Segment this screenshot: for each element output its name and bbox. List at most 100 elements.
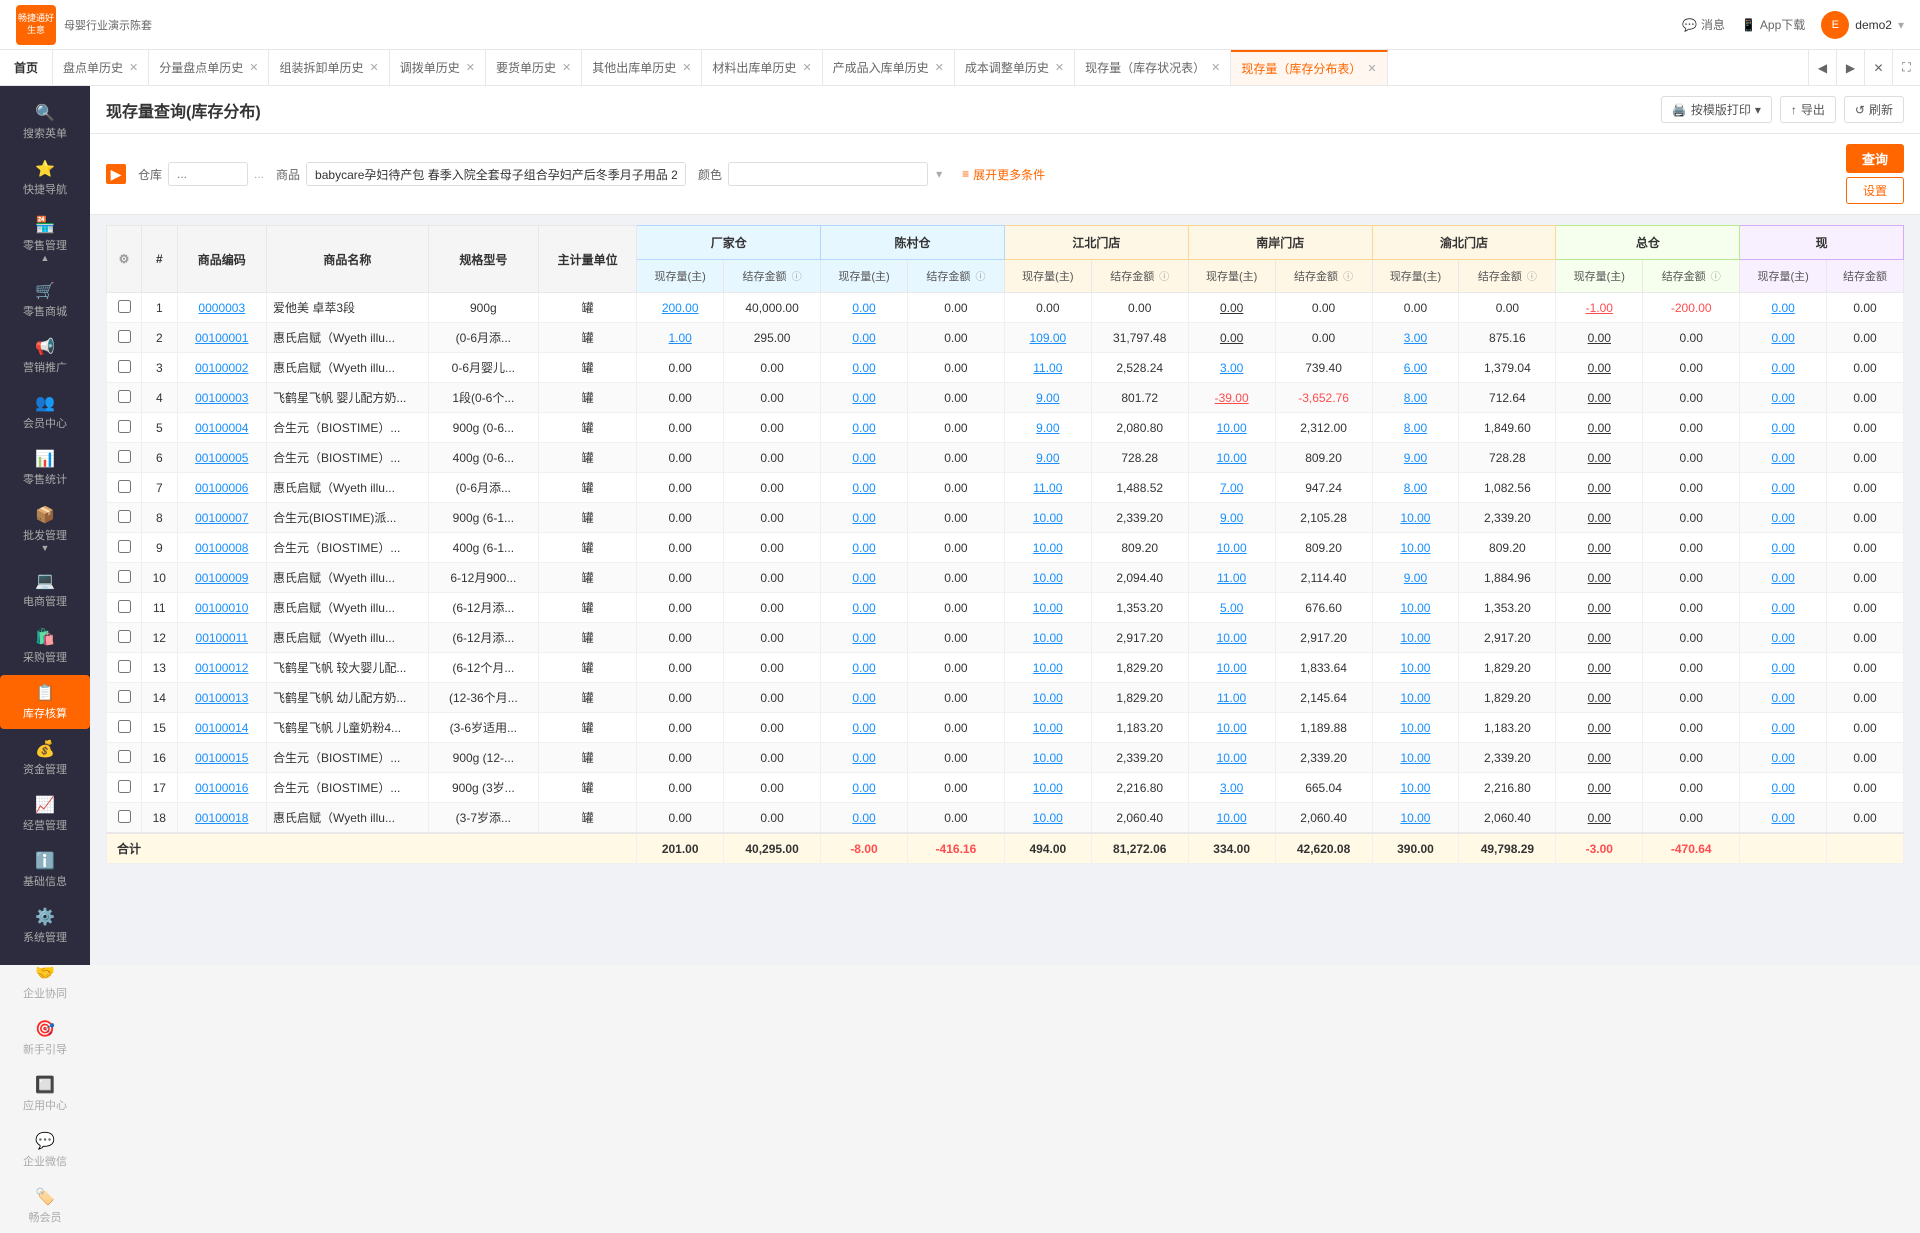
row-checkbox-11[interactable]	[107, 623, 142, 653]
collapse-button[interactable]: ▶	[106, 164, 126, 184]
settings-icon[interactable]: ⚙	[119, 252, 130, 266]
info-icon6[interactable]: ⓘ	[1711, 272, 1721, 283]
sidebar-item-enterprise[interactable]: 🤝 企业协同	[0, 955, 90, 1009]
tab-close-assembly[interactable]: ✕	[370, 61, 379, 74]
sidebar-item-stat[interactable]: 📊 零售统计	[0, 441, 90, 495]
tab-next-button[interactable]: ▶	[1836, 50, 1864, 86]
sidebar-item-guide[interactable]: 🎯 新手引导	[0, 1011, 90, 1065]
export-button[interactable]: ↑ 导出	[1780, 96, 1836, 123]
row-nanan-amount-16: 665.04	[1275, 773, 1372, 803]
tab-close-other-out[interactable]: ✕	[682, 61, 691, 74]
footer-total-stock: -3.00	[1556, 833, 1643, 864]
row-spec-2: 0-6月婴儿...	[428, 353, 538, 383]
col-jiangbei-amount: 结存金额 ⓘ	[1091, 260, 1188, 293]
sidebar-item-purchase[interactable]: 🛍️ 采购管理	[0, 619, 90, 673]
row-checkbox-0[interactable]	[107, 293, 142, 323]
row-checkbox-16[interactable]	[107, 773, 142, 803]
tab-material-out[interactable]: 材料出库单历史 ✕	[702, 50, 822, 86]
tab-close-material-out[interactable]: ✕	[802, 61, 811, 74]
info-icon1[interactable]: ⓘ	[792, 272, 802, 283]
tab-requisition[interactable]: 要货单历史 ✕	[486, 50, 582, 86]
message-button[interactable]: 💬 消息	[1682, 16, 1725, 33]
row-checkbox-4[interactable]	[107, 413, 142, 443]
sidebar-item-wechat[interactable]: 💬 企业微信	[0, 1123, 90, 1177]
tab-close-inventory-single[interactable]: ✕	[129, 61, 138, 74]
tab-other-out[interactable]: 其他出库单历史 ✕	[582, 50, 702, 86]
row-checkbox-8[interactable]	[107, 533, 142, 563]
row-checkbox-12[interactable]	[107, 653, 142, 683]
product-input[interactable]	[306, 162, 686, 186]
query-button[interactable]: 查询	[1846, 144, 1904, 173]
col-gear[interactable]: ⚙	[107, 226, 142, 293]
row-checkbox-2[interactable]	[107, 353, 142, 383]
color-input[interactable]	[728, 162, 928, 186]
tab-close-product-in[interactable]: ✕	[935, 61, 944, 74]
row-checkbox-15[interactable]	[107, 743, 142, 773]
tab-inventory-single[interactable]: 盘点单历史 ✕	[53, 50, 149, 86]
expand-button[interactable]: ≡ 展开更多条件	[962, 166, 1045, 183]
sidebar-item-shop[interactable]: 🛒 零售商城	[0, 273, 90, 327]
print-button[interactable]: 🖨️ 按模版打印 ▾	[1661, 96, 1772, 123]
tab-close-stock-status[interactable]: ✕	[1211, 61, 1220, 74]
sidebar-item-system[interactable]: ⚙️ 系统管理	[0, 899, 90, 953]
sidebar-item-app-center[interactable]: 🔲 应用中心	[0, 1067, 90, 1121]
col-cur-stock: 现存量(主)	[1740, 260, 1827, 293]
row-checkbox-13[interactable]	[107, 683, 142, 713]
tab-stock-dist[interactable]: 现存量（库存分布表） ✕	[1231, 50, 1387, 86]
tab-inventory-sub[interactable]: 分量盘点单历史 ✕	[149, 50, 269, 86]
sidebar-item-search[interactable]: 🔍 搜索英单	[0, 95, 90, 149]
tab-cost-adjust[interactable]: 成本调整单历史 ✕	[955, 50, 1075, 86]
sidebar-item-member2[interactable]: 🏷️ 畅会员	[0, 1179, 90, 1233]
sidebar-item-inventory[interactable]: 📋 库存核算	[0, 675, 90, 729]
sidebar-item-marketing[interactable]: 📢 营销推广	[0, 329, 90, 383]
setting-button[interactable]: 设置	[1846, 177, 1904, 204]
row-checkbox-3[interactable]	[107, 383, 142, 413]
row-unit-2: 罐	[538, 353, 636, 383]
info-icon3[interactable]: ⓘ	[1159, 272, 1169, 283]
info-icon4[interactable]: ⓘ	[1343, 272, 1353, 283]
row-yubeimen-stock-11: 10.00	[1372, 623, 1459, 653]
tab-close-inventory-sub[interactable]: ✕	[249, 61, 258, 74]
sidebar-item-basics[interactable]: ℹ️ 基础信息	[0, 843, 90, 897]
tab-home[interactable]: 首页	[0, 50, 53, 86]
sidebar-item-shortcut[interactable]: ⭐ 快捷导航	[0, 151, 90, 205]
refresh-button[interactable]: ↺ 刷新	[1844, 96, 1904, 123]
sidebar-item-finance[interactable]: 💰 资金管理	[0, 731, 90, 785]
row-checkbox-17[interactable]	[107, 803, 142, 834]
tab-product-in[interactable]: 产成品入库单历史 ✕	[823, 50, 955, 86]
sidebar-item-operations[interactable]: 📈 经营管理	[0, 787, 90, 841]
tab-close-transfer[interactable]: ✕	[466, 61, 475, 74]
row-checkbox-1[interactable]	[107, 323, 142, 353]
table-row: 16 00100015 合生元（BIOSTIME）... 900g (12-..…	[107, 743, 1904, 773]
col-nanan-amount: 结存金额 ⓘ	[1275, 260, 1372, 293]
sidebar-item-ecommerce[interactable]: 💻 电商管理	[0, 563, 90, 617]
tab-stock-status[interactable]: 现存量（库存状况表） ✕	[1075, 50, 1231, 86]
user-profile[interactable]: E demo2 ▾	[1821, 11, 1904, 39]
warehouse-label: 仓库	[138, 166, 162, 183]
row-checkbox-9[interactable]	[107, 563, 142, 593]
row-checkbox-5[interactable]	[107, 443, 142, 473]
row-checkbox-14[interactable]	[107, 713, 142, 743]
tab-close-all-button[interactable]: ✕	[1864, 50, 1892, 86]
info-icon5[interactable]: ⓘ	[1527, 272, 1537, 283]
warehouse-input[interactable]	[168, 162, 248, 186]
info-icon2[interactable]: ⓘ	[975, 272, 985, 283]
tab-assembly[interactable]: 组装拆卸单历史 ✕	[269, 50, 389, 86]
sidebar-item-wholesale[interactable]: 📦 批发管理 ▼	[0, 497, 90, 561]
row-chen-stock-8: 0.00	[821, 533, 908, 563]
row-checkbox-6[interactable]	[107, 473, 142, 503]
tab-close-stock-dist[interactable]: ✕	[1367, 62, 1376, 75]
tab-prev-button[interactable]: ◀	[1808, 50, 1836, 86]
tab-close-cost-adjust[interactable]: ✕	[1055, 61, 1064, 74]
sidebar-item-member[interactable]: 👥 会员中心	[0, 385, 90, 439]
app-download-button[interactable]: 📱 App下载	[1741, 16, 1805, 33]
tab-transfer[interactable]: 调拨单历史 ✕	[390, 50, 486, 86]
footer-chen-amount: -416.16	[907, 833, 1004, 864]
row-cur-stock-11: 0.00	[1740, 623, 1827, 653]
sidebar-item-retail[interactable]: 🏪 零售管理 ▲	[0, 207, 90, 271]
tab-close-requisition[interactable]: ✕	[562, 61, 571, 74]
row-yubeimen-amount-7: 2,339.20	[1459, 503, 1556, 533]
tab-fullscreen-button[interactable]: ⛶	[1892, 50, 1920, 86]
row-checkbox-7[interactable]	[107, 503, 142, 533]
row-checkbox-10[interactable]	[107, 593, 142, 623]
